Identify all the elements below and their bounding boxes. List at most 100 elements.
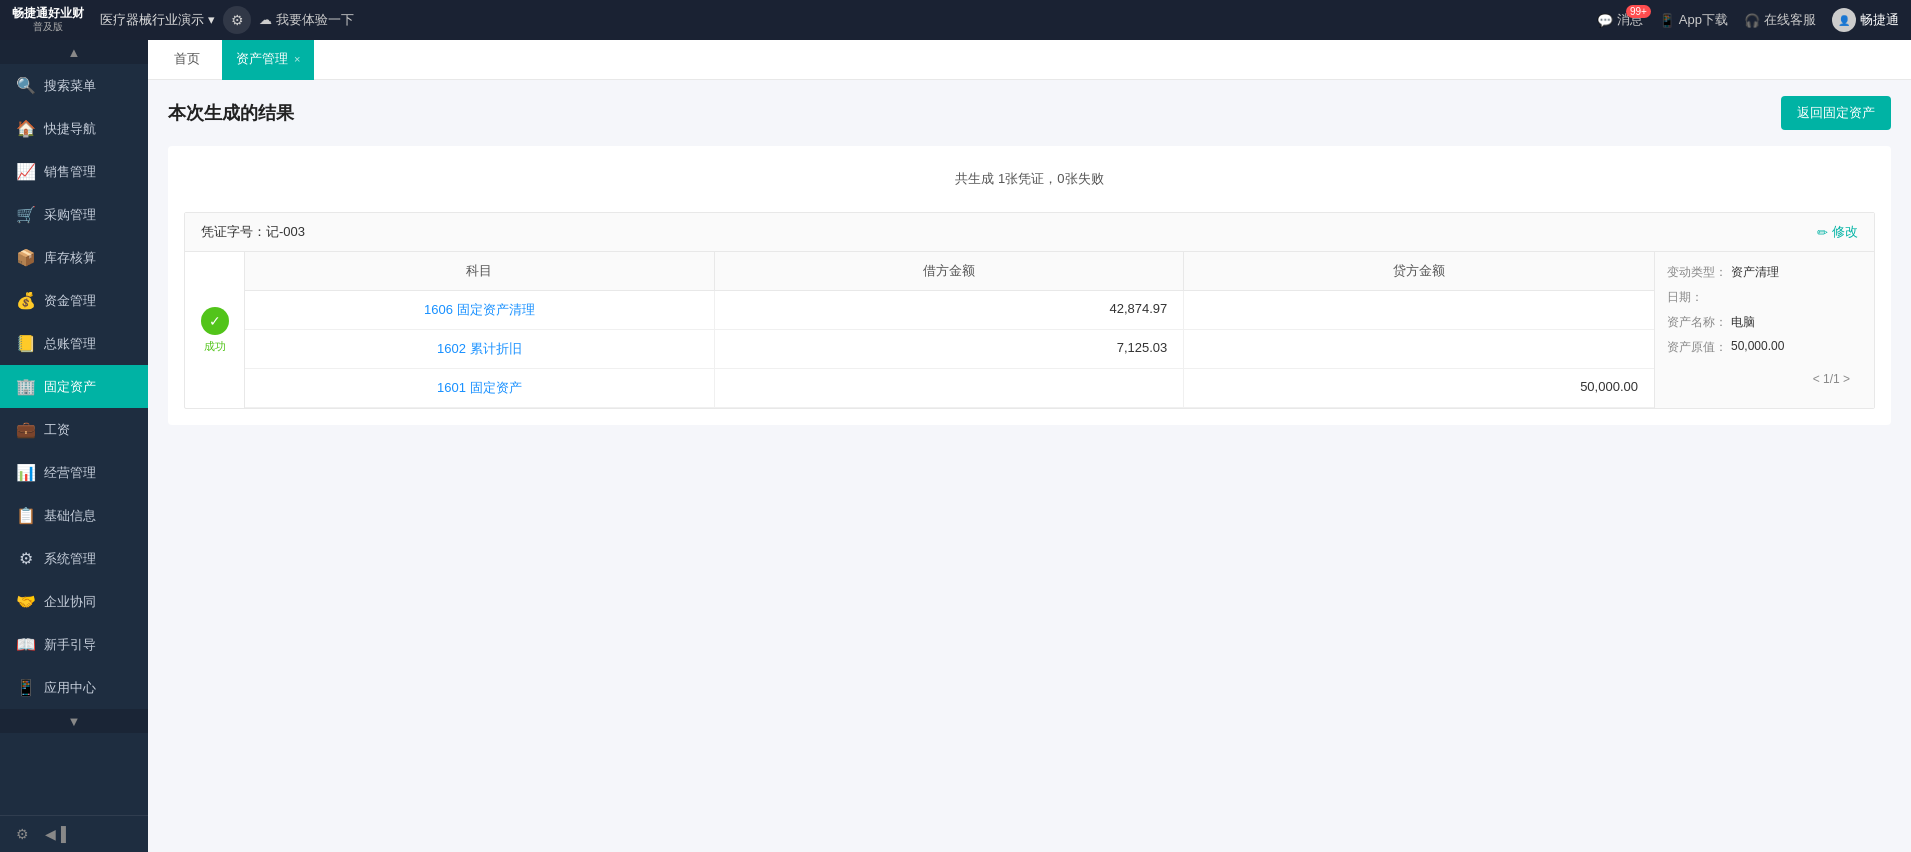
settings-button[interactable]: ⚙: [223, 6, 251, 34]
sidebar-item-payroll[interactable]: 💼 工资: [0, 408, 148, 451]
sidebar: ▲ 🔍 搜索菜单 🏠 快捷导航 📈 销售管理 🛒 采购管理 📦 库存核算 💰 资…: [0, 40, 148, 852]
side-info-change-type: 变动类型： 资产清理: [1667, 264, 1862, 281]
cell-credit-1: [1184, 291, 1654, 329]
app-label: App下载: [1679, 11, 1728, 29]
basic-info-icon: 📋: [16, 506, 36, 525]
tab-home[interactable]: 首页: [160, 40, 214, 80]
page-title: 本次生成的结果: [168, 101, 294, 125]
cell-subject-1[interactable]: 1606 固定资产清理: [245, 291, 715, 329]
gear-icon: ⚙: [231, 12, 244, 28]
sidebar-item-finance[interactable]: 💰 资金管理: [0, 279, 148, 322]
inventory-icon: 📦: [16, 248, 36, 267]
cell-debit-1: 42,874.97: [715, 291, 1185, 329]
online-service-button[interactable]: 🎧 在线客服: [1744, 11, 1816, 29]
main-layout: ▲ 🔍 搜索菜单 🏠 快捷导航 📈 销售管理 🛒 采购管理 📦 库存核算 💰 资…: [0, 40, 1911, 852]
voucher-table: ✓ 成功 科目 借方金额 贷方金额: [185, 252, 1874, 408]
app-center-icon: 📱: [16, 678, 36, 697]
top-header: 畅捷通好业财 普及版 医疗器械行业演示 ▾ ⚙ ☁ 我要体验一下 💬 消息 99…: [0, 0, 1911, 40]
sidebar-label-fixed-assets: 固定资产: [44, 378, 96, 396]
sales-icon: 📈: [16, 162, 36, 181]
page-title-row: 本次生成的结果 返回固定资产: [168, 96, 1891, 130]
purchase-icon: 🛒: [16, 205, 36, 224]
collapse-icon[interactable]: ◀▐: [45, 826, 66, 842]
message-button[interactable]: 💬 消息 99+: [1597, 11, 1643, 29]
sidebar-item-app-center[interactable]: 📱 应用中心: [0, 666, 148, 709]
sidebar-item-fixed-assets[interactable]: 🏢 固定资产: [0, 365, 148, 408]
cloud-icon: ☁: [259, 12, 272, 27]
sidebar-label-app-center: 应用中心: [44, 679, 96, 697]
sidebar-item-guide[interactable]: 📖 新手引导: [0, 623, 148, 666]
app-download-button[interactable]: 📱 App下载: [1659, 11, 1728, 29]
chevron-down-icon: ▾: [208, 12, 215, 27]
sidebar-scroll-down[interactable]: ▼: [0, 709, 148, 733]
settings-bottom-icon[interactable]: ⚙: [16, 826, 29, 842]
sidebar-label-quick-nav: 快捷导航: [44, 120, 96, 138]
sidebar-label-search: 搜索菜单: [44, 77, 96, 95]
header-left: 畅捷通好业财 普及版 医疗器械行业演示 ▾ ⚙ ☁ 我要体验一下: [12, 6, 354, 34]
sidebar-item-purchase[interactable]: 🛒 采购管理: [0, 193, 148, 236]
message-badge: 99+: [1626, 5, 1651, 18]
sidebar-label-operations: 经营管理: [44, 464, 96, 482]
change-type-label: 变动类型：: [1667, 264, 1727, 281]
sidebar-item-enterprise[interactable]: 🤝 企业协同: [0, 580, 148, 623]
logo-sub: 普及版: [33, 20, 63, 34]
pagination-text[interactable]: < 1/1 >: [1813, 372, 1850, 386]
sidebar-item-inventory[interactable]: 📦 库存核算: [0, 236, 148, 279]
header-right: 💬 消息 99+ 📱 App下载 🎧 在线客服 👤 畅捷通: [1597, 8, 1899, 32]
sidebar-label-payroll: 工资: [44, 421, 70, 439]
table-row-inner: 1602 累计折旧 7,125.03: [245, 330, 1654, 369]
company-name: 医疗器械行业演示: [100, 11, 204, 29]
cell-subject-2[interactable]: 1602 累计折旧: [245, 330, 715, 368]
tabs-bar: 首页 资产管理 ×: [148, 40, 1911, 80]
table-row-inner: 1606 固定资产清理 42,874.97: [245, 291, 1654, 330]
sidebar-item-search[interactable]: 🔍 搜索菜单: [0, 64, 148, 107]
voucher-section: 凭证字号：记-003 ✏ 修改 ✓ 成功: [184, 212, 1875, 409]
sidebar-label-system: 系统管理: [44, 550, 96, 568]
sidebar-item-basic-info[interactable]: 📋 基础信息: [0, 494, 148, 537]
sidebar-item-quick-nav[interactable]: 🏠 快捷导航: [0, 107, 148, 150]
col-subject: 科目: [245, 252, 715, 290]
return-button[interactable]: 返回固定资产: [1781, 96, 1891, 130]
table-row: 1601 固定资产 50,000.00: [245, 369, 1654, 408]
side-info-asset-name: 资产名称： 电脑: [1667, 314, 1862, 331]
user-avatar-area[interactable]: 👤 畅捷通: [1832, 8, 1899, 32]
tab-asset-label: 资产管理: [236, 50, 288, 68]
sidebar-bottom: ⚙ ◀▐: [0, 815, 148, 852]
edit-button[interactable]: ✏ 修改: [1817, 223, 1858, 241]
voucher-number: 凭证字号：记-003: [201, 223, 305, 241]
tab-close-icon[interactable]: ×: [294, 53, 300, 65]
result-card: 共生成 1张凭证，0张失败 凭证字号：记-003 ✏ 修改: [168, 146, 1891, 425]
table-main: 科目 借方金额 贷方金额 1606 固定资产清理 42,874.97: [245, 252, 1654, 408]
sidebar-item-system[interactable]: ⚙ 系统管理: [0, 537, 148, 580]
sidebar-label-sales: 销售管理: [44, 163, 96, 181]
enterprise-icon: 🤝: [16, 592, 36, 611]
tab-home-label: 首页: [174, 50, 200, 68]
service-icon: 🎧: [1744, 13, 1760, 28]
try-button[interactable]: ☁ 我要体验一下: [259, 11, 354, 29]
service-label: 在线客服: [1764, 11, 1816, 29]
tab-asset-management[interactable]: 资产管理 ×: [222, 40, 314, 80]
logo-text: 畅捷通好业财: [12, 6, 84, 20]
sidebar-scroll-up[interactable]: ▲: [0, 40, 148, 64]
sidebar-label-inventory: 库存核算: [44, 249, 96, 267]
cell-debit-2: 7,125.03: [715, 330, 1185, 368]
logo-area: 畅捷通好业财 普及版: [12, 6, 84, 34]
sidebar-item-ledger[interactable]: 📒 总账管理: [0, 322, 148, 365]
sidebar-label-basic-info: 基础信息: [44, 507, 96, 525]
side-info-original-value: 资产原值： 50,000.00: [1667, 339, 1862, 356]
asset-name-value: 电脑: [1731, 314, 1755, 331]
table-header: 科目 借方金额 贷方金额: [245, 252, 1654, 291]
sidebar-item-sales[interactable]: 📈 销售管理: [0, 150, 148, 193]
cell-debit-3: [715, 369, 1185, 407]
edit-icon: ✏: [1817, 225, 1828, 240]
ledger-icon: 📒: [16, 334, 36, 353]
user-name: 畅捷通: [1860, 11, 1899, 29]
status-column: ✓ 成功: [185, 252, 245, 408]
change-type-value: 资产清理: [1731, 264, 1779, 281]
company-selector[interactable]: 医疗器械行业演示 ▾: [100, 11, 215, 29]
cell-credit-3: 50,000.00: [1184, 369, 1654, 407]
cell-subject-3[interactable]: 1601 固定资产: [245, 369, 715, 407]
fixed-assets-icon: 🏢: [16, 377, 36, 396]
sidebar-item-operations[interactable]: 📊 经营管理: [0, 451, 148, 494]
asset-name-label: 资产名称：: [1667, 314, 1727, 331]
